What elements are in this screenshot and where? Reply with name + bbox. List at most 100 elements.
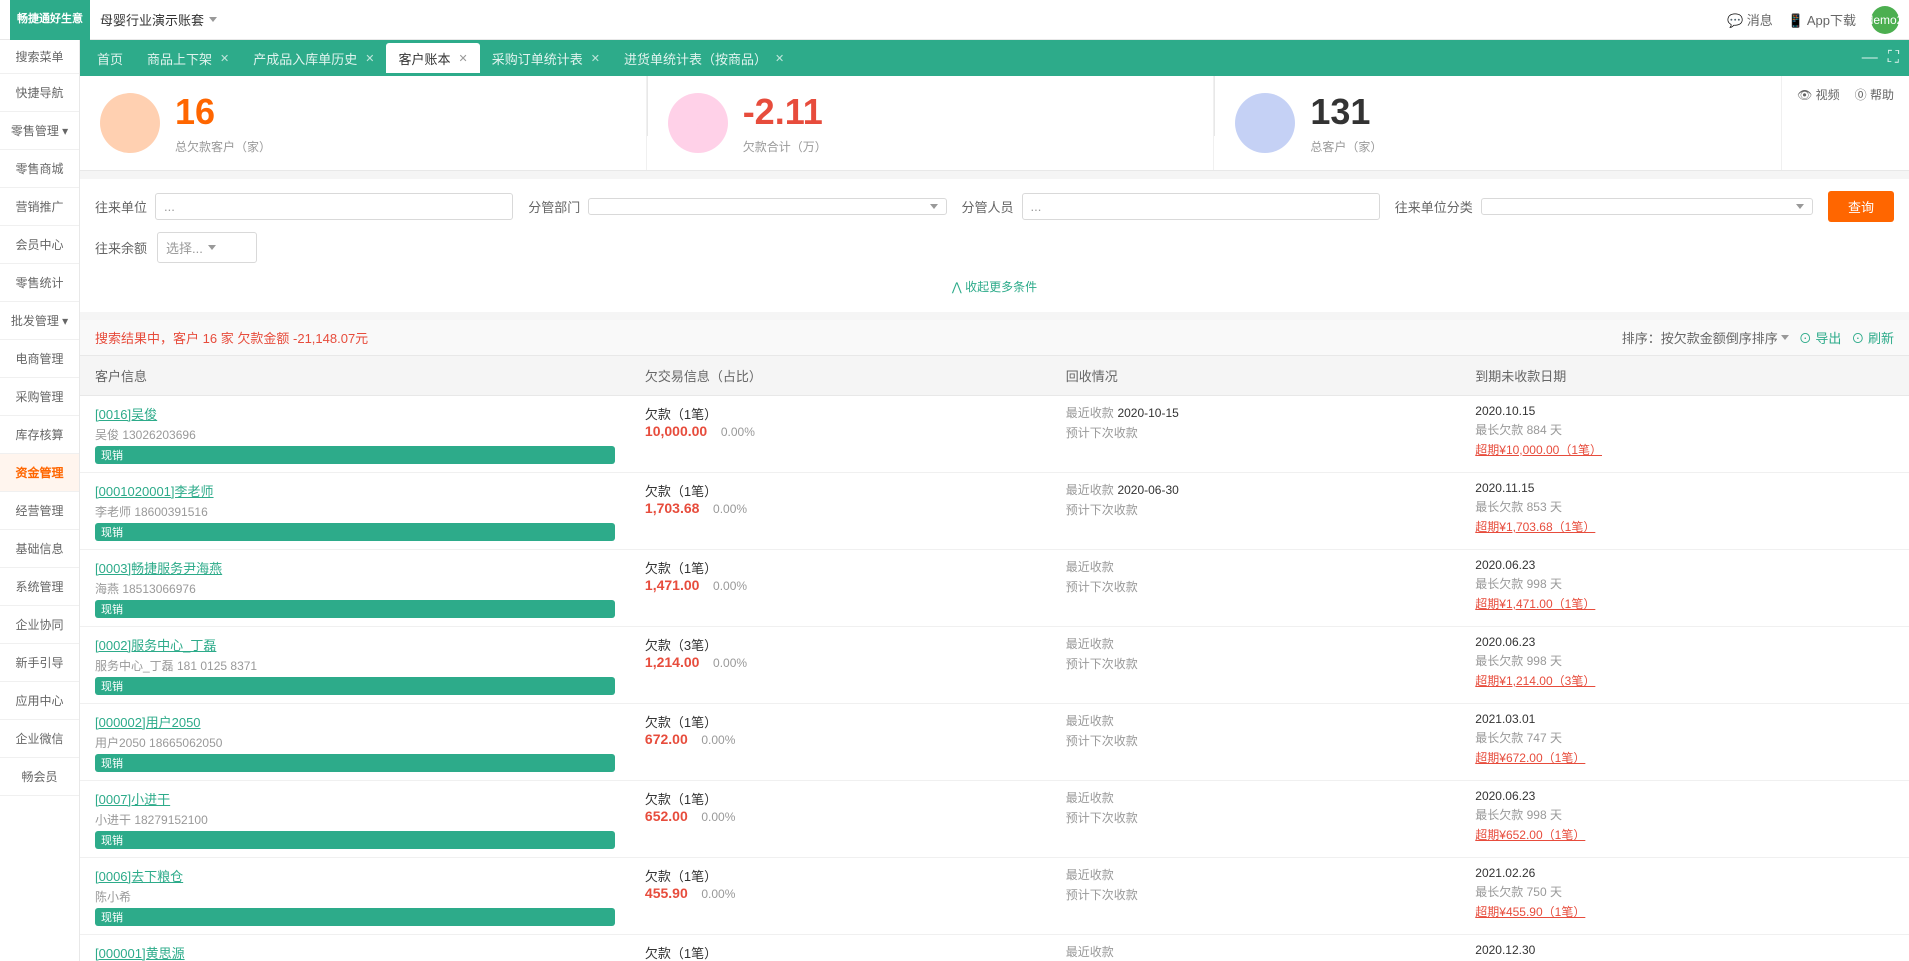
table-row: [0003]畅捷服务尹海燕 海燕 18513066976 现销 欠款（1笔） 1…: [80, 550, 1909, 627]
tab-maximize-icon[interactable]: ⛶: [1883, 49, 1904, 67]
total-customers-icon: [1235, 93, 1295, 153]
tab-incoming-stats[interactable]: 进货单统计表（按商品） ✕: [612, 43, 796, 73]
customer-name-link-4[interactable]: [000002]用户2050: [95, 712, 615, 731]
sidebar-item-purchase-mgmt[interactable]: 采购管理: [0, 378, 79, 416]
debt-count-2: 欠款（1笔）: [645, 558, 1036, 577]
collection-info-2: 最近收款 预计下次收款: [1066, 558, 1445, 595]
td-collection-3: 最近收款 预计下次收款: [1051, 627, 1460, 704]
store-selector[interactable]: 母婴行业演示账套: [90, 10, 227, 29]
collection-next-row-4: 预计下次收款: [1066, 732, 1445, 749]
next-collect-label-5: 预计下次收款: [1066, 811, 1138, 825]
overdue-days-2: 最长欠款 998 天: [1475, 575, 1894, 592]
video-link[interactable]: 👁 视频: [1797, 86, 1840, 103]
customer-name-link-2[interactable]: [0003]畅捷服务尹海燕: [95, 558, 615, 577]
customer-phone-2: 海燕 18513066976: [95, 580, 615, 597]
overdue-link-6[interactable]: 超期¥455.90（1笔）: [1475, 903, 1894, 920]
overdue-link-4[interactable]: 超期¥672.00（1笔）: [1475, 749, 1894, 766]
tab-purchase-order[interactable]: 采购订单统计表 ✕: [480, 43, 612, 73]
sidebar-item-app-center[interactable]: 应用中心: [0, 682, 79, 720]
department-select[interactable]: [588, 198, 946, 215]
customer-name-link-3[interactable]: [0002]服务中心_丁磊: [95, 635, 615, 654]
td-collection-4: 最近收款 预计下次收款: [1051, 704, 1460, 781]
sidebar-item-quick-nav[interactable]: 快捷导航: [0, 74, 79, 112]
overdue-link-5[interactable]: 超期¥652.00（1笔）: [1475, 826, 1894, 843]
stat-card-debt-amount: ! -2.11 欠款合计（万）: [648, 76, 1215, 170]
from-unit-input[interactable]: ...: [155, 193, 513, 220]
sidebar-item-retail-mall[interactable]: 零售商城: [0, 150, 79, 188]
sidebar-item-system-mgmt[interactable]: 系统管理: [0, 568, 79, 606]
tab-home[interactable]: 首页: [85, 43, 135, 73]
right-content: 首页 商品上下架 ✕ 产成品入库单历史 ✕ 客户账本 ✕ 采购订单统计表 ✕ 进…: [80, 40, 1909, 961]
sidebar-item-basic-info[interactable]: 基础信息: [0, 530, 79, 568]
refresh-button[interactable]: ⊙ 刷新: [1851, 328, 1894, 347]
customer-name-link-0[interactable]: [0016]吴俊: [95, 404, 615, 423]
sidebar-item-marketing[interactable]: 营销推广: [0, 188, 79, 226]
collapse-button[interactable]: ⋀ 收起更多条件: [952, 278, 1037, 295]
customer-name-link-6[interactable]: [0006]去下粮仓: [95, 866, 615, 885]
sidebar-search[interactable]: 搜索菜单: [0, 40, 79, 74]
customer-name-link-5[interactable]: [0007]小进干: [95, 789, 615, 808]
sidebar-item-retail-mgmt[interactable]: 零售管理 ▾: [0, 112, 79, 150]
result-actions: 排序：按欠款金额倒序排序 ⊙ 导出 ⊙ 刷新: [1622, 328, 1894, 347]
overdue-date-5: 2020.06.23: [1475, 789, 1894, 803]
message-btn[interactable]: 💬 消息: [1727, 10, 1773, 29]
overdue-link-3[interactable]: 超期¥1,214.00（3笔）: [1475, 672, 1894, 689]
from-unit-category-select[interactable]: [1481, 198, 1813, 215]
sidebar-item-vip-member[interactable]: 畅会员: [0, 758, 79, 796]
debt-count-1: 欠款（1笔）: [645, 481, 1036, 500]
sidebar-item-enterprise-wechat[interactable]: 企业微信: [0, 720, 79, 758]
sidebar-item-enterprise-collab[interactable]: 企业协同: [0, 606, 79, 644]
td-debt-info-4: 欠款（1笔） 672.00 0.00%: [630, 704, 1051, 781]
close-incoming-stats-icon[interactable]: ✕: [775, 52, 784, 65]
export-button[interactable]: ⊙ 导出: [1799, 328, 1842, 347]
overdue-days-4: 最长欠款 747 天: [1475, 729, 1894, 746]
tab-product-listing[interactable]: 商品上下架 ✕: [135, 43, 241, 73]
overdue-link-2[interactable]: 超期¥1,471.00（1笔）: [1475, 595, 1894, 612]
customer-info-0: [0016]吴俊 吴俊 13026203696 现销: [95, 404, 615, 464]
sort-select[interactable]: 排序：按欠款金额倒序排序: [1622, 328, 1789, 347]
overdue-days-5: 最长欠款 998 天: [1475, 806, 1894, 823]
customer-name-link-1[interactable]: [0001020001]李老师: [95, 481, 615, 500]
tab-minimize-icon[interactable]: —: [1857, 49, 1883, 67]
td-due-date-7: 2020.12.30 最长欠款 808 天 超期¥429.00（1笔）: [1460, 935, 1909, 961]
table-row: [0006]去下粮仓 陈小希 现销 欠款（1笔） 455.90 0.00% 最近…: [80, 858, 1909, 935]
sidebar-item-warehouse-check[interactable]: 库存核算: [0, 416, 79, 454]
sidebar-item-member-center[interactable]: 会员中心: [0, 226, 79, 264]
td-customer-info-1: [0001020001]李老师 李老师 18600391516 现销: [80, 473, 630, 550]
sidebar-item-new-guide[interactable]: 新手引导: [0, 644, 79, 682]
collection-last-row-6: 最近收款: [1066, 866, 1445, 883]
help-link[interactable]: ⓪ 帮助: [1855, 86, 1894, 103]
sidebar-item-capital-mgmt[interactable]: 资金管理: [0, 454, 79, 492]
tab-product-history[interactable]: 产成品入库单历史 ✕: [241, 43, 386, 73]
manager-input[interactable]: ...: [1022, 193, 1380, 220]
collection-info-3: 最近收款 预计下次收款: [1066, 635, 1445, 672]
app-download-btn[interactable]: 📱 App下载: [1788, 10, 1856, 29]
sidebar-item-ecommerce-mgmt[interactable]: 电商管理: [0, 340, 79, 378]
overdue-info-7: 2020.12.30 最长欠款 808 天 超期¥429.00（1笔）: [1475, 943, 1894, 961]
overdue-link-1[interactable]: 超期¥1,703.68（1笔）: [1475, 518, 1894, 535]
collection-last-row-2: 最近收款: [1066, 558, 1445, 575]
sidebar-item-retail-stats[interactable]: 零售统计: [0, 264, 79, 302]
collection-info-7: 最近收款 预计下次收款: [1066, 943, 1445, 961]
close-product-history-icon[interactable]: ✕: [365, 52, 374, 65]
search-button[interactable]: 查询: [1828, 191, 1894, 222]
close-product-listing-icon[interactable]: ✕: [220, 52, 229, 65]
sidebar-item-operation-mgmt[interactable]: 经营管理: [0, 492, 79, 530]
overdue-date-6: 2021.02.26: [1475, 866, 1894, 880]
filter-area: 往来单位 ... 分管部门: [80, 179, 1909, 312]
overdue-link-0[interactable]: 超期¥10,000.00（1笔）: [1475, 441, 1894, 458]
overdue-info-2: 2020.06.23 最长欠款 998 天 超期¥1,471.00（1笔）: [1475, 558, 1894, 612]
collection-last-row-4: 最近收款: [1066, 712, 1445, 729]
last-collect-label-2: 最近收款: [1066, 560, 1114, 574]
user-avatar[interactable]: demo2: [1871, 6, 1899, 34]
sort-chevron-icon: [1781, 335, 1789, 340]
debt-info-5: 欠款（1笔） 652.00 0.00%: [645, 789, 1036, 824]
customer-name-link-7[interactable]: [000001]黄思源: [95, 943, 615, 961]
sidebar-item-batch-mgmt[interactable]: 批发管理 ▾: [0, 302, 79, 340]
tab-customer-account[interactable]: 客户账本 ✕: [386, 43, 479, 73]
close-customer-account-icon[interactable]: ✕: [459, 52, 468, 65]
td-due-date-3: 2020.06.23 最长欠款 998 天 超期¥1,214.00（3笔）: [1460, 627, 1909, 704]
remainder-select[interactable]: 选择...: [157, 232, 257, 263]
table-row: [0002]服务中心_丁磊 服务中心_丁磊 181 0125 8371 现销 欠…: [80, 627, 1909, 704]
close-purchase-order-icon[interactable]: ✕: [591, 52, 600, 65]
